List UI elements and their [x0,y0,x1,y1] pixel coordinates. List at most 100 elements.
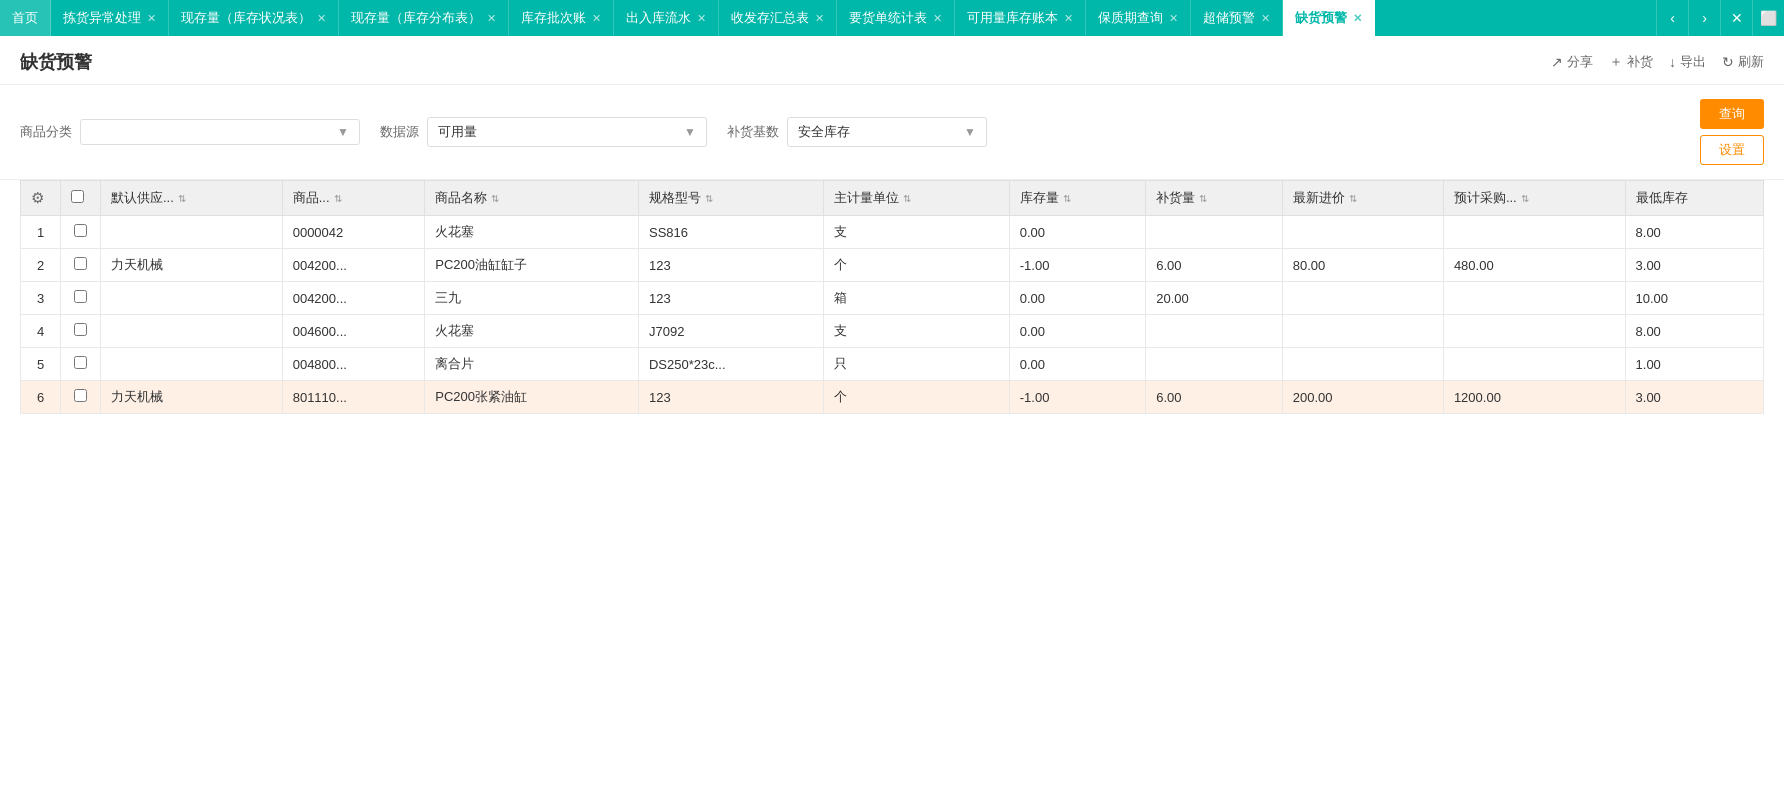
settings-button[interactable]: 设置 [1700,135,1764,165]
table-row: 5 004800... 离合片 DS250*23c... 只 0.00 1.00 [21,348,1764,381]
nav-expand-button[interactable]: ⬜ [1752,0,1784,36]
row-product-name-2: PC200油缸缸子 [425,249,639,282]
th-supplier: 默认供应... ⇅ [101,181,283,216]
sort-icon: ⇅ [178,193,186,204]
row-est-purchase-5 [1443,348,1625,381]
row-est-purchase-2: 480.00 [1443,249,1625,282]
row-est-purchase-6: 1200.00 [1443,381,1625,414]
table-row: 1 0000042 火花塞 SS816 支 0.00 8.00 [21,216,1764,249]
row-restock-5 [1146,348,1282,381]
restock-label: 补货基数 [727,123,779,141]
close-icon[interactable]: ✕ [1353,12,1362,25]
row-checkbox-4[interactable] [61,315,101,348]
close-icon[interactable]: ✕ [1261,12,1270,25]
row-checkbox-5[interactable] [61,348,101,381]
th-min-stock-label: 最低库存 [1636,189,1688,207]
row-checkbox-1[interactable] [61,216,101,249]
row-select-checkbox[interactable] [74,389,87,402]
nav-tab-label: 收发存汇总表 [731,9,809,27]
th-latest-price-label: 最新进价 [1293,189,1345,207]
category-select[interactable]: ▼ [80,119,360,145]
nav-tab-home[interactable]: 首页 [0,0,51,36]
row-index-1: 1 [21,216,61,249]
row-stock-1: 0.00 [1009,216,1145,249]
row-spec-4: J7092 [638,315,823,348]
close-icon[interactable]: ✕ [1169,12,1178,25]
close-icon[interactable]: ✕ [697,12,706,25]
nav-tab-8[interactable]: 可用量库存账本 ✕ [955,0,1086,36]
nav-tab-11[interactable]: 缺货预警 ✕ [1283,0,1375,36]
nav-prev-button[interactable]: ‹ [1656,0,1688,36]
row-supplier-6: 力天机械 [101,381,283,414]
datasource-select[interactable]: 可用量 ▼ [427,117,707,147]
close-icon[interactable]: ✕ [1064,12,1073,25]
row-index-5: 5 [21,348,61,381]
nav-tab-label: 首页 [12,9,38,27]
sort-icon: ⇅ [491,193,499,204]
nav-tab-7[interactable]: 要货单统计表 ✕ [837,0,955,36]
nav-tab-10[interactable]: 超储预警 ✕ [1191,0,1283,36]
restock-button[interactable]: ＋ 补货 [1609,53,1653,71]
row-spec-2: 123 [638,249,823,282]
row-index-6: 6 [21,381,61,414]
th-supplier-label: 默认供应... [111,189,174,207]
row-select-checkbox[interactable] [74,224,87,237]
export-button[interactable]: ↓ 导出 [1669,53,1706,71]
nav-tab-1[interactable]: 拣货异常处理 ✕ [51,0,169,36]
page-content: 缺货预警 ↗ 分享 ＋ 补货 ↓ 导出 ↻ 刷新 商品分类 [0,36,1784,796]
nav-tab-label: 现存量（库存分布表） [351,9,481,27]
nav-close-button[interactable]: ✕ [1720,0,1752,36]
row-checkbox-6[interactable] [61,381,101,414]
close-icon[interactable]: ✕ [933,12,942,25]
nav-tab-3[interactable]: 现存量（库存分布表） ✕ [339,0,509,36]
row-checkbox-2[interactable] [61,249,101,282]
nav-tab-9[interactable]: 保质期查询 ✕ [1086,0,1191,36]
share-button[interactable]: ↗ 分享 [1551,53,1593,71]
nav-tab-5[interactable]: 出入库流水 ✕ [614,0,719,36]
row-min-stock-6: 3.00 [1625,381,1763,414]
nav-tab-4[interactable]: 库存批次账 ✕ [509,0,614,36]
header-actions: ↗ 分享 ＋ 补货 ↓ 导出 ↻ 刷新 [1551,53,1764,71]
close-icon[interactable]: ✕ [815,12,824,25]
close-icon[interactable]: ✕ [147,12,156,25]
nav-tab-label: 拣货异常处理 [63,9,141,27]
page-title: 缺货预警 [20,50,92,74]
select-all-checkbox[interactable] [71,190,84,203]
export-icon: ↓ [1669,54,1676,70]
th-unit: 主计量单位 ⇅ [824,181,1010,216]
row-spec-5: DS250*23c... [638,348,823,381]
row-restock-4 [1146,315,1282,348]
query-button[interactable]: 查询 [1700,99,1764,129]
th-unit-label: 主计量单位 [834,189,899,207]
close-icon[interactable]: ✕ [592,12,601,25]
close-icon[interactable]: ✕ [317,12,326,25]
restock-select[interactable]: 安全库存 ▼ [787,117,987,147]
row-select-checkbox[interactable] [74,257,87,270]
nav-tab-6[interactable]: 收发存汇总表 ✕ [719,0,837,36]
row-spec-3: 123 [638,282,823,315]
nav-tab-label: 库存批次账 [521,9,586,27]
nav-tab-label: 超储预警 [1203,9,1255,27]
th-product-name-label: 商品名称 [435,189,487,207]
close-icon[interactable]: ✕ [487,12,496,25]
row-select-checkbox[interactable] [74,356,87,369]
nav-tab-2[interactable]: 现存量（库存状况表） ✕ [169,0,339,36]
row-latest-price-6: 200.00 [1282,381,1443,414]
share-icon: ↗ [1551,54,1563,70]
nav-tab-label: 现存量（库存状况表） [181,9,311,27]
refresh-button[interactable]: ↻ 刷新 [1722,53,1764,71]
gear-icon[interactable]: ⚙ [31,189,44,206]
row-min-stock-1: 8.00 [1625,216,1763,249]
row-select-checkbox[interactable] [74,290,87,303]
row-min-stock-2: 3.00 [1625,249,1763,282]
th-stock-label: 库存量 [1020,189,1059,207]
th-est-purchase-label: 预计采购... [1454,189,1517,207]
row-supplier-1 [101,216,283,249]
row-checkbox-3[interactable] [61,282,101,315]
row-select-checkbox[interactable] [74,323,87,336]
datasource-dropdown-icon: ▼ [684,125,696,139]
nav-next-button[interactable]: › [1688,0,1720,36]
row-latest-price-4 [1282,315,1443,348]
row-stock-5: 0.00 [1009,348,1145,381]
row-restock-3: 20.00 [1146,282,1282,315]
